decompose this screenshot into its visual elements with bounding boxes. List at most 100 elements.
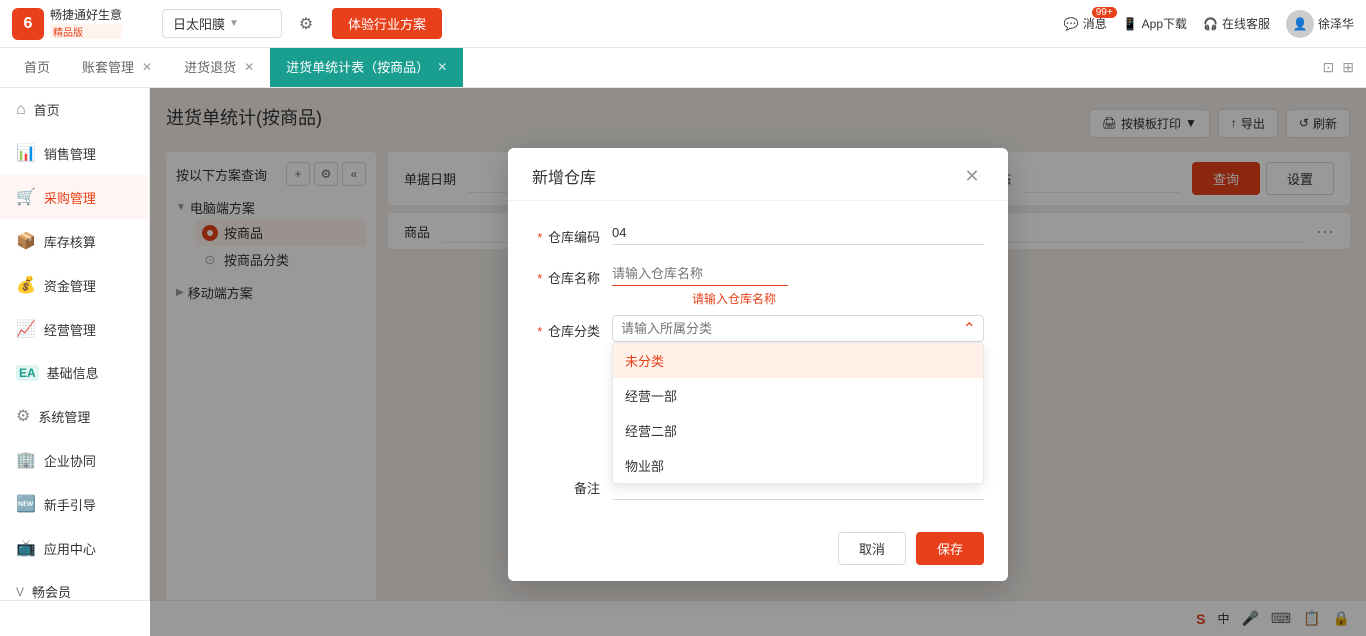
- tab-expand-icon[interactable]: ⊞: [1342, 59, 1354, 76]
- tab-purchase-stats-close[interactable]: ✕: [437, 60, 447, 74]
- tab-purchase-return-label: 进货退货: [184, 57, 236, 76]
- settings-icon[interactable]: ⚙: [290, 8, 322, 40]
- modal-cancel-button[interactable]: 取消: [838, 532, 906, 565]
- sidebar-inventory-label: 库存核算: [44, 232, 96, 251]
- sidebar-finance-label: 资金管理: [44, 276, 96, 295]
- form-row-code: * 仓库编码: [532, 221, 984, 246]
- finance-icon: 💰: [16, 275, 36, 295]
- basic-icon: EA: [16, 365, 39, 381]
- name-input-wrap: 请输入仓库名称: [612, 262, 984, 286]
- add-warehouse-modal: 新增仓库 ✕ * 仓库编码 *: [508, 148, 1008, 581]
- main-layout: ⌂ 首页 📊 销售管理 🛒 采购管理 📦 库存核算 💰 资金管理 📈 经营管理 …: [0, 88, 1366, 636]
- category-input[interactable]: [612, 315, 984, 342]
- logo-icon: 6: [12, 8, 44, 40]
- category-dropdown-list: 未分类 经营一部 经营二部 物业部: [612, 342, 984, 484]
- dropdown-item-0[interactable]: 未分类: [613, 343, 983, 378]
- store-dropdown-arrow: ▼: [229, 18, 239, 29]
- sidebar: ⌂ 首页 📊 销售管理 🛒 采购管理 📦 库存核算 💰 资金管理 📈 经营管理 …: [0, 88, 150, 636]
- tab-window-controls: ⊡ ⊞: [1323, 48, 1358, 87]
- tab-account[interactable]: 账套管理 ✕: [66, 48, 168, 87]
- sidebar-appcenter-label: 应用中心: [44, 539, 96, 558]
- logo-area: 6 畅捷通好生意 精品版: [12, 8, 162, 40]
- sidebar-operation-label: 经营管理: [44, 320, 96, 339]
- tab-account-close[interactable]: ✕: [142, 60, 152, 74]
- sidebar-system-label: 系统管理: [38, 407, 90, 426]
- sidebar-item-basic[interactable]: EA 基础信息: [0, 351, 149, 394]
- sales-icon: 📊: [16, 143, 36, 163]
- sidebar-item-finance[interactable]: 💰 资金管理: [0, 263, 149, 307]
- note-label: 备注: [532, 472, 612, 497]
- form-row-name: * 仓库名称 请输入仓库名称: [532, 262, 984, 287]
- member-icon: V: [16, 585, 24, 599]
- store-name: 日太阳膜: [173, 14, 225, 33]
- dropdown-item-1[interactable]: 经营一部: [613, 378, 983, 413]
- service-label: 在线客服: [1222, 15, 1270, 32]
- user-name: 徐泽华: [1318, 15, 1354, 32]
- user-area[interactable]: 👤 徐泽华: [1286, 10, 1354, 38]
- sidebar-item-inventory[interactable]: 📦 库存核算: [0, 219, 149, 263]
- form-row-category: * 仓库分类 ⌃ 未分类 经营一部 经营二部 物业部: [532, 315, 984, 342]
- content-area: 进货单统计(按商品) 🖨 按模板打印 ▼ ↑ 导出 ↺ 刷新: [150, 88, 1366, 636]
- store-selector[interactable]: 日太阳膜 ▼: [162, 9, 282, 38]
- tab-purchase-stats-label: 进货单统计表（按商品）: [286, 57, 429, 76]
- appcenter-icon: 📺: [16, 538, 36, 558]
- sidebar-item-enterprise[interactable]: 🏢 企业协同: [0, 438, 149, 482]
- user-avatar: 👤: [1286, 10, 1314, 38]
- inventory-icon: 📦: [16, 231, 36, 251]
- sidebar-item-purchase[interactable]: 🛒 采购管理: [0, 175, 149, 219]
- sidebar-item-sales[interactable]: 📊 销售管理: [0, 131, 149, 175]
- home-icon: ⌂: [16, 101, 26, 119]
- modal-overlay: 新增仓库 ✕ * 仓库编码 *: [150, 88, 1366, 636]
- code-label: * 仓库编码: [532, 221, 612, 246]
- purchase-icon: 🛒: [16, 187, 36, 207]
- name-input[interactable]: [612, 262, 788, 286]
- tab-purchase-return-close[interactable]: ✕: [244, 60, 254, 74]
- sidebar-item-home[interactable]: ⌂ 首页: [0, 88, 149, 131]
- trial-button[interactable]: 体验行业方案: [332, 8, 442, 39]
- online-service-icon[interactable]: 🎧 在线客服: [1203, 15, 1270, 32]
- modal-title: 新增仓库: [532, 164, 596, 188]
- modal-body: * 仓库编码 * 仓库名称 请输入仓库名称: [508, 201, 1008, 500]
- name-error-text: 请输入仓库名称: [692, 290, 776, 307]
- sidebar-item-system[interactable]: ⚙ 系统管理: [0, 394, 149, 438]
- tab-bar: 首页 账套管理 ✕ 进货退货 ✕ 进货单统计表（按商品） ✕ ⊡ ⊞: [0, 48, 1366, 88]
- app-name: 畅捷通好生意: [50, 8, 122, 24]
- enterprise-icon: 🏢: [16, 450, 36, 470]
- app-download-label: App下载: [1142, 15, 1187, 32]
- name-label: * 仓库名称: [532, 262, 612, 287]
- modal-close-button[interactable]: ✕: [960, 164, 984, 188]
- messages-icon[interactable]: 💬 消息 99+: [1064, 15, 1107, 32]
- operation-icon: 📈: [16, 319, 36, 339]
- tab-account-label: 账套管理: [82, 57, 134, 76]
- category-dropdown: ⌃ 未分类 经营一部 经营二部 物业部: [612, 315, 984, 342]
- modal-footer: 取消 保存: [508, 516, 1008, 581]
- sidebar-member-label: 畅会员: [32, 582, 71, 601]
- system-icon: ⚙: [16, 406, 30, 426]
- sidebar-item-appcenter[interactable]: 📺 应用中心: [0, 526, 149, 570]
- tab-home-label: 首页: [24, 57, 50, 76]
- tab-home[interactable]: 首页: [8, 48, 66, 87]
- sidebar-sales-label: 销售管理: [44, 144, 96, 163]
- top-header: 6 畅捷通好生意 精品版 日太阳膜 ▼ ⚙ 体验行业方案 💬 消息 99+ 📱 …: [0, 0, 1366, 48]
- guide-icon: 🆕: [16, 494, 36, 514]
- code-input[interactable]: [612, 221, 984, 245]
- category-dropdown-arrow[interactable]: ⌃: [963, 319, 976, 339]
- app-badge: 精品版: [50, 24, 122, 39]
- tab-restore-icon[interactable]: ⊡: [1323, 59, 1335, 76]
- sidebar-guide-label: 新手引导: [44, 495, 96, 514]
- tab-purchase-return[interactable]: 进货退货 ✕: [168, 48, 270, 87]
- modal-header: 新增仓库 ✕: [508, 148, 1008, 201]
- sidebar-purchase-label: 采购管理: [44, 188, 96, 207]
- app-download-icon[interactable]: 📱 App下载: [1123, 15, 1187, 32]
- sidebar-home-label: 首页: [34, 100, 60, 119]
- sidebar-basic-label: 基础信息: [47, 363, 99, 382]
- message-badge: 99+: [1092, 7, 1117, 18]
- category-label: * 仓库分类: [532, 315, 612, 340]
- header-right: 💬 消息 99+ 📱 App下载 🎧 在线客服 👤 徐泽华: [1064, 10, 1354, 38]
- sidebar-item-guide[interactable]: 🆕 新手引导: [0, 482, 149, 526]
- dropdown-item-2[interactable]: 经营二部: [613, 413, 983, 448]
- tab-purchase-stats[interactable]: 进货单统计表（按商品） ✕: [270, 48, 463, 87]
- dropdown-item-3[interactable]: 物业部: [613, 448, 983, 483]
- sidebar-item-operation[interactable]: 📈 经营管理: [0, 307, 149, 351]
- modal-save-button[interactable]: 保存: [916, 532, 984, 565]
